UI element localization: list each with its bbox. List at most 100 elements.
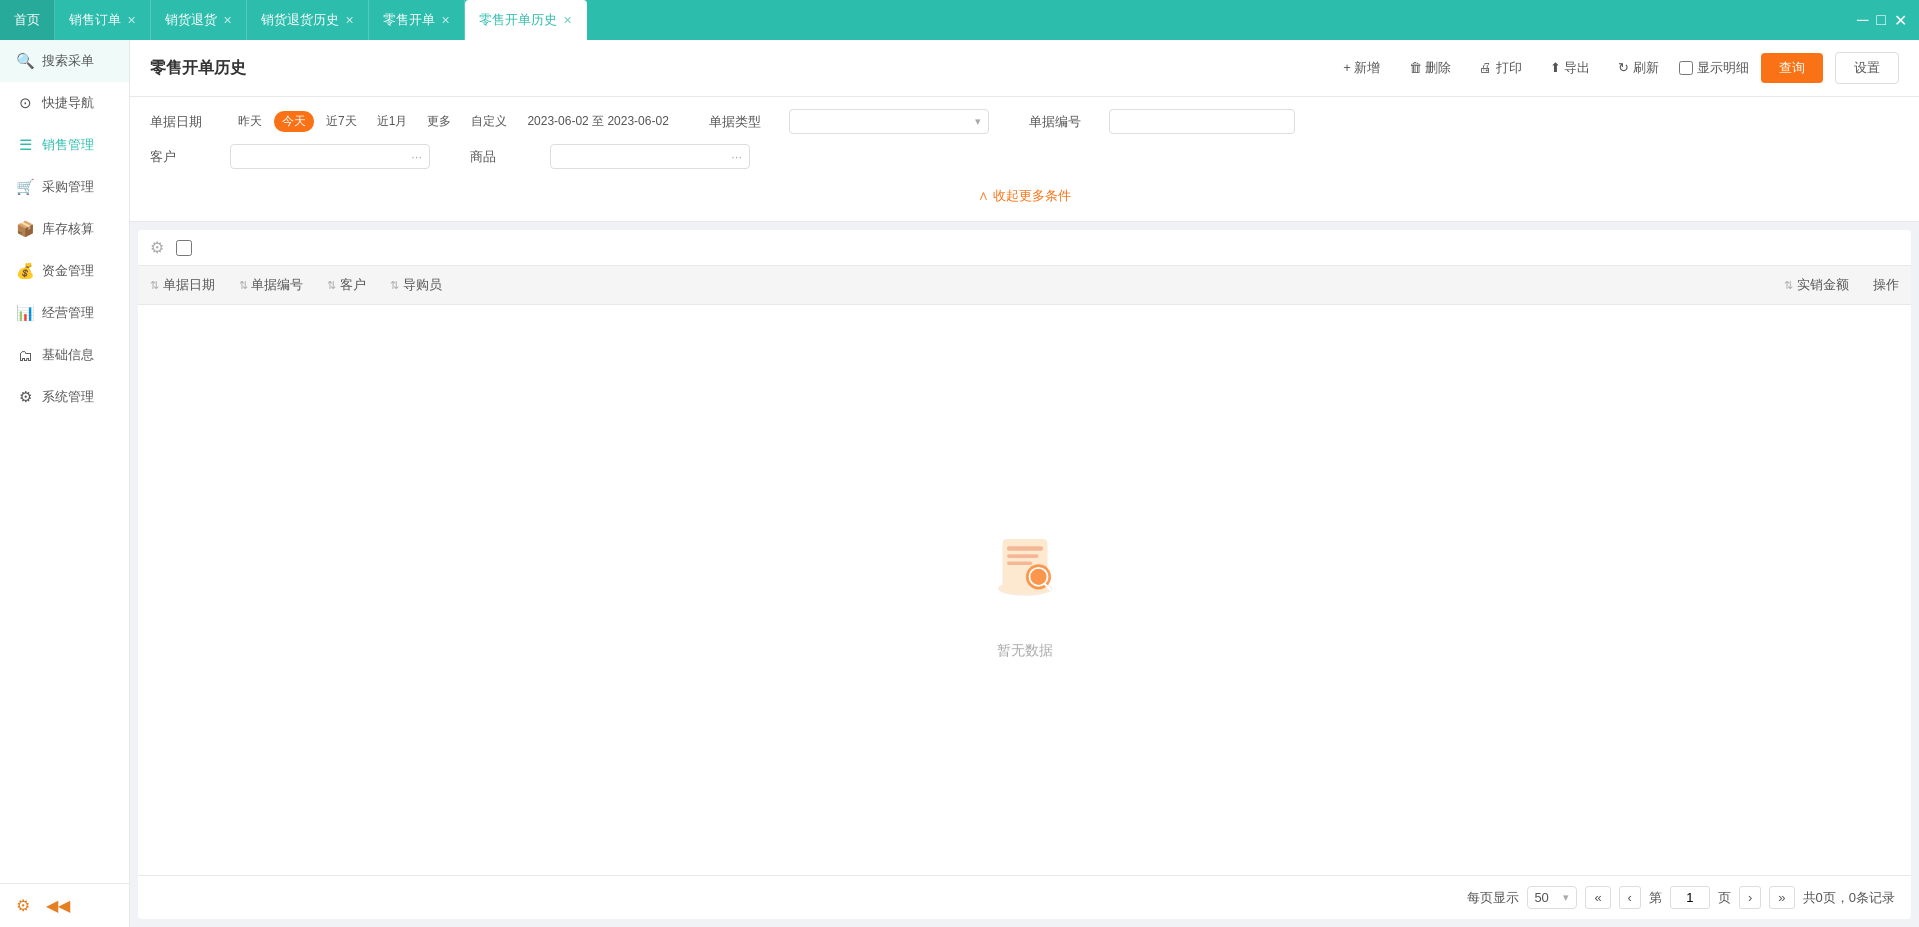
display-toggle-checkbox[interactable] [1679,61,1693,75]
sidebar-item-finance[interactable]: 💰 资金管理 [0,250,129,292]
tab-retail-history[interactable]: 零售开单历史 ✕ [465,0,587,40]
sidebar-item-base-info[interactable]: 🗂 基础信息 [0,334,129,376]
table-settings-icon[interactable]: ⚙ [150,238,164,257]
add-label: + 新增 [1343,59,1380,77]
date-btn-last1m[interactable]: 近1月 [369,111,416,132]
date-filter-label: 单据日期 [150,113,210,131]
tab-retail-open-close[interactable]: ✕ [441,14,450,27]
export-button[interactable]: ⬆ 导出 [1542,55,1599,81]
customer-input-wrapper: ··· [230,144,430,169]
col-amount-sort-icon: ⇅ [1784,279,1793,291]
tab-sales-return-history-close[interactable]: ✕ [345,14,354,27]
col-customer-sort-icon: ⇅ [327,279,336,291]
tab-retail-open-label: 零售开单 [383,11,435,29]
tab-sales-return-label: 销货退货 [165,11,217,29]
tab-retail-open[interactable]: 零售开单 ✕ [369,0,465,40]
add-button[interactable]: + 新增 [1335,55,1388,81]
query-button[interactable]: 查询 [1761,53,1823,83]
toolbar: + 新增 🗑 删除 🖨 打印 ⬆ 导出 ↻ 刷新 显示明细 [1335,52,1899,84]
next-page-button[interactable]: › [1739,886,1761,909]
svg-rect-4 [1007,561,1032,565]
col-salesperson[interactable]: ⇅ 导购员 [378,266,454,305]
prev-page-button[interactable]: ‹ [1619,886,1641,909]
sidebar-item-sales-mgmt[interactable]: ☰ 销售管理 [0,124,129,166]
export-label: ⬆ 导出 [1550,59,1591,77]
window-max-button[interactable]: □ [1876,11,1886,29]
tab-sales-return-close[interactable]: ✕ [223,14,232,27]
customer-filter-label: 客户 [150,148,210,166]
tab-sales-order-label: 销售订单 [69,11,121,29]
empty-text: 暂无数据 [997,642,1053,660]
delete-button[interactable]: 🗑 删除 [1401,55,1460,81]
per-page-select-wrapper: 50 10 20 100 [1527,886,1577,909]
table-head: ⇅ 单据日期 ⇅ 单据编号 ⇅ 客户 ⇅ 导购员 [138,266,1911,305]
content-area: 零售开单历史 + 新增 🗑 删除 🖨 打印 ⬆ 导出 ↻ 刷新 [130,40,1919,927]
doc-type-select-wrapper [789,109,989,134]
page-number-input[interactable] [1670,886,1710,909]
date-btn-last7[interactable]: 近7天 [318,111,365,132]
tab-sales-order[interactable]: 销售订单 ✕ [55,0,151,40]
sidebar-collapse-icon[interactable]: ◀◀ [46,896,70,915]
window-close-button[interactable]: ✕ [1894,11,1907,30]
col-no[interactable]: ⇅ 单据编号 [227,266,316,305]
last-page-button[interactable]: » [1769,886,1794,909]
col-customer[interactable]: ⇅ 客户 [315,266,378,305]
refresh-button[interactable]: ↻ 刷新 [1610,55,1667,81]
doc-type-filter-label: 单据类型 [709,113,769,131]
sidebar-bottom: ⚙ ◀◀ [0,883,129,927]
doc-type-select[interactable] [789,109,989,134]
doc-no-input[interactable] [1109,109,1295,134]
col-action-label: 操作 [1873,277,1899,292]
sidebar-item-purchase-mgmt[interactable]: 🛒 采购管理 [0,166,129,208]
tab-sales-order-close[interactable]: ✕ [127,14,136,27]
date-range-display: 2023-06-02 至 2023-06-02 [527,113,668,130]
first-page-button[interactable]: « [1585,886,1610,909]
per-page-select[interactable]: 50 10 20 100 [1527,886,1577,909]
tab-retail-history-label: 零售开单历史 [479,11,557,29]
date-buttons: 昨天 今天 近7天 近1月 更多 自定义 2023-06-02 至 2023-0… [230,111,669,132]
search-icon: 🔍 [16,52,34,70]
product-filter-label: 商品 [470,148,530,166]
sidebar-item-sys-mgmt[interactable]: ⚙ 系统管理 [0,376,129,418]
svg-rect-3 [1007,554,1039,558]
empty-icon [980,521,1070,630]
sidebar-sys-mgmt-label: 系统管理 [42,388,94,406]
refresh-label: ↻ 刷新 [1618,59,1659,77]
operations-icon: 📊 [16,304,34,322]
customer-input[interactable] [230,144,430,169]
tab-sales-return[interactable]: 销货退货 ✕ [151,0,247,40]
tab-sales-return-history[interactable]: 销货退货历史 ✕ [247,0,369,40]
sidebar-item-operations[interactable]: 📊 经营管理 [0,292,129,334]
collapse-row: ∧ 收起更多条件 [150,179,1899,209]
product-input[interactable] [550,144,750,169]
col-amount[interactable]: ⇅ 实销金额 [1772,266,1861,305]
sidebar-item-search[interactable]: 🔍 搜索采单 [0,40,129,82]
window-controls: ─ □ ✕ [1845,11,1919,30]
print-button[interactable]: 🖨 打印 [1471,55,1530,81]
data-table: ⇅ 单据日期 ⇅ 单据编号 ⇅ 客户 ⇅ 导购员 [138,266,1911,305]
filter-row-2: 客户 ··· 商品 ··· [150,144,1899,169]
col-no-sort-icon: ⇅ [239,279,248,291]
col-spacer [454,266,1773,305]
col-amount-label: 实销金额 [1797,277,1849,292]
col-no-label: 单据编号 [251,277,303,292]
col-date[interactable]: ⇅ 单据日期 [138,266,227,305]
inventory-icon: 📦 [16,220,34,238]
date-btn-today[interactable]: 今天 [274,111,314,132]
select-all-checkbox[interactable] [176,240,192,256]
sidebar-item-inventory[interactable]: 📦 库存核算 [0,208,129,250]
collapse-label: ∧ 收起更多条件 [978,187,1071,205]
sys-mgmt-icon: ⚙ [16,388,34,406]
tab-retail-history-close[interactable]: ✕ [563,14,572,27]
date-btn-custom[interactable]: 自定义 [463,111,515,132]
page-end-word: 页 [1718,889,1731,907]
tab-home[interactable]: 首页 [0,0,55,40]
window-min-button[interactable]: ─ [1857,11,1868,29]
date-btn-more[interactable]: 更多 [419,111,459,132]
collapse-button[interactable]: ∧ 收起更多条件 [978,187,1071,205]
date-btn-yesterday[interactable]: 昨天 [230,111,270,132]
display-toggle-label: 显示明细 [1697,59,1749,77]
sidebar-item-quick-nav[interactable]: ⊙ 快捷导航 [0,82,129,124]
settings-button[interactable]: 设置 [1835,52,1899,84]
sidebar-settings-icon[interactable]: ⚙ [16,896,30,915]
